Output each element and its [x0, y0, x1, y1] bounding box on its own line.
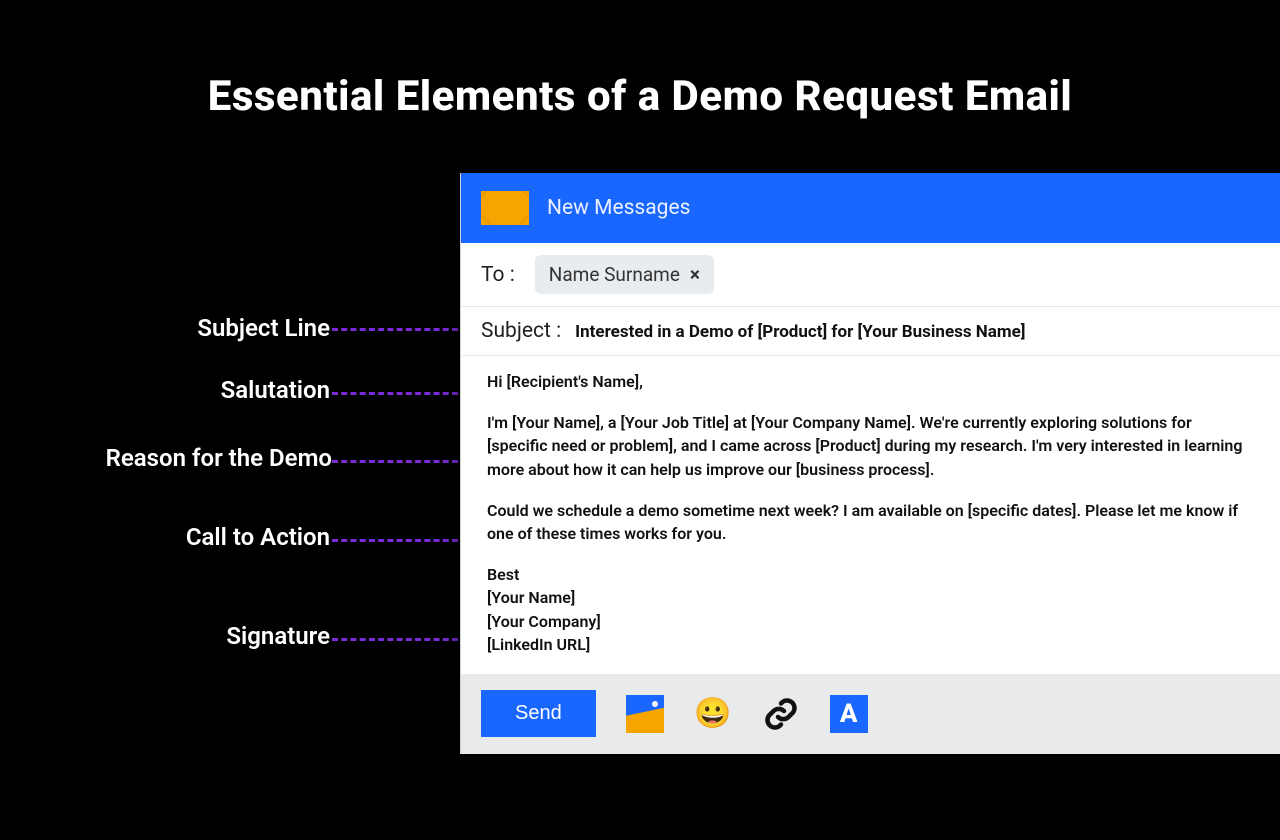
sig-line-3: [Your Company] — [487, 612, 601, 631]
recipient-chip[interactable]: Name Surname × — [535, 255, 714, 294]
insert-image-icon[interactable] — [626, 695, 664, 733]
email-body[interactable]: Hi [Recipient's Name], I'm [Your Name], … — [461, 356, 1280, 674]
chip-remove-icon[interactable]: × — [690, 263, 700, 286]
sig-line-2: [Your Name] — [487, 588, 575, 607]
body-greeting: Hi [Recipient's Name], — [487, 370, 1256, 393]
body-paragraph-1: I'm [Your Name], a [Your Job Title] at [… — [487, 411, 1256, 481]
subject-text[interactable]: Interested in a Demo of [Product] for [Y… — [575, 322, 1025, 342]
label-reason: Reason for the Demo — [106, 444, 332, 472]
insert-link-icon[interactable] — [762, 695, 800, 733]
connector-reason — [332, 460, 458, 463]
to-row: To : Name Surname × — [461, 243, 1280, 307]
label-subject-line: Subject Line — [197, 314, 330, 342]
subject-label: Subject : — [481, 319, 561, 343]
body-signature: Best [Your Name] [Your Company] [LinkedI… — [487, 563, 1256, 656]
page-title: Essential Elements of a Demo Request Ema… — [0, 72, 1280, 121]
sig-line-1: Best — [487, 565, 519, 584]
connector-salutation — [332, 392, 458, 395]
compose-toolbar: Send 😀 A — [461, 674, 1280, 754]
text-format-icon[interactable]: A — [830, 695, 868, 733]
body-paragraph-2: Could we schedule a demo sometime next w… — [487, 499, 1256, 545]
envelope-icon — [481, 191, 529, 225]
email-compose-window: New Messages To : Name Surname × Subject… — [460, 173, 1280, 754]
insert-emoji-icon[interactable]: 😀 — [694, 695, 732, 733]
label-signature: Signature — [226, 622, 330, 650]
label-salutation: Salutation — [221, 376, 330, 404]
connector-cta — [332, 539, 458, 542]
subject-row: Subject : Interested in a Demo of [Produ… — [461, 307, 1280, 356]
compose-header-title: New Messages — [547, 196, 690, 220]
recipient-chip-text: Name Surname — [549, 263, 680, 286]
diagram-stage: Essential Elements of a Demo Request Ema… — [0, 0, 1280, 840]
compose-header-bar: New Messages — [461, 173, 1280, 243]
label-cta: Call to Action — [186, 523, 330, 551]
to-label: To : — [481, 263, 515, 287]
sig-line-4: [LinkedIn URL] — [487, 635, 590, 654]
connector-signature — [332, 638, 458, 641]
connector-subject — [332, 328, 458, 331]
send-button[interactable]: Send — [481, 690, 596, 737]
